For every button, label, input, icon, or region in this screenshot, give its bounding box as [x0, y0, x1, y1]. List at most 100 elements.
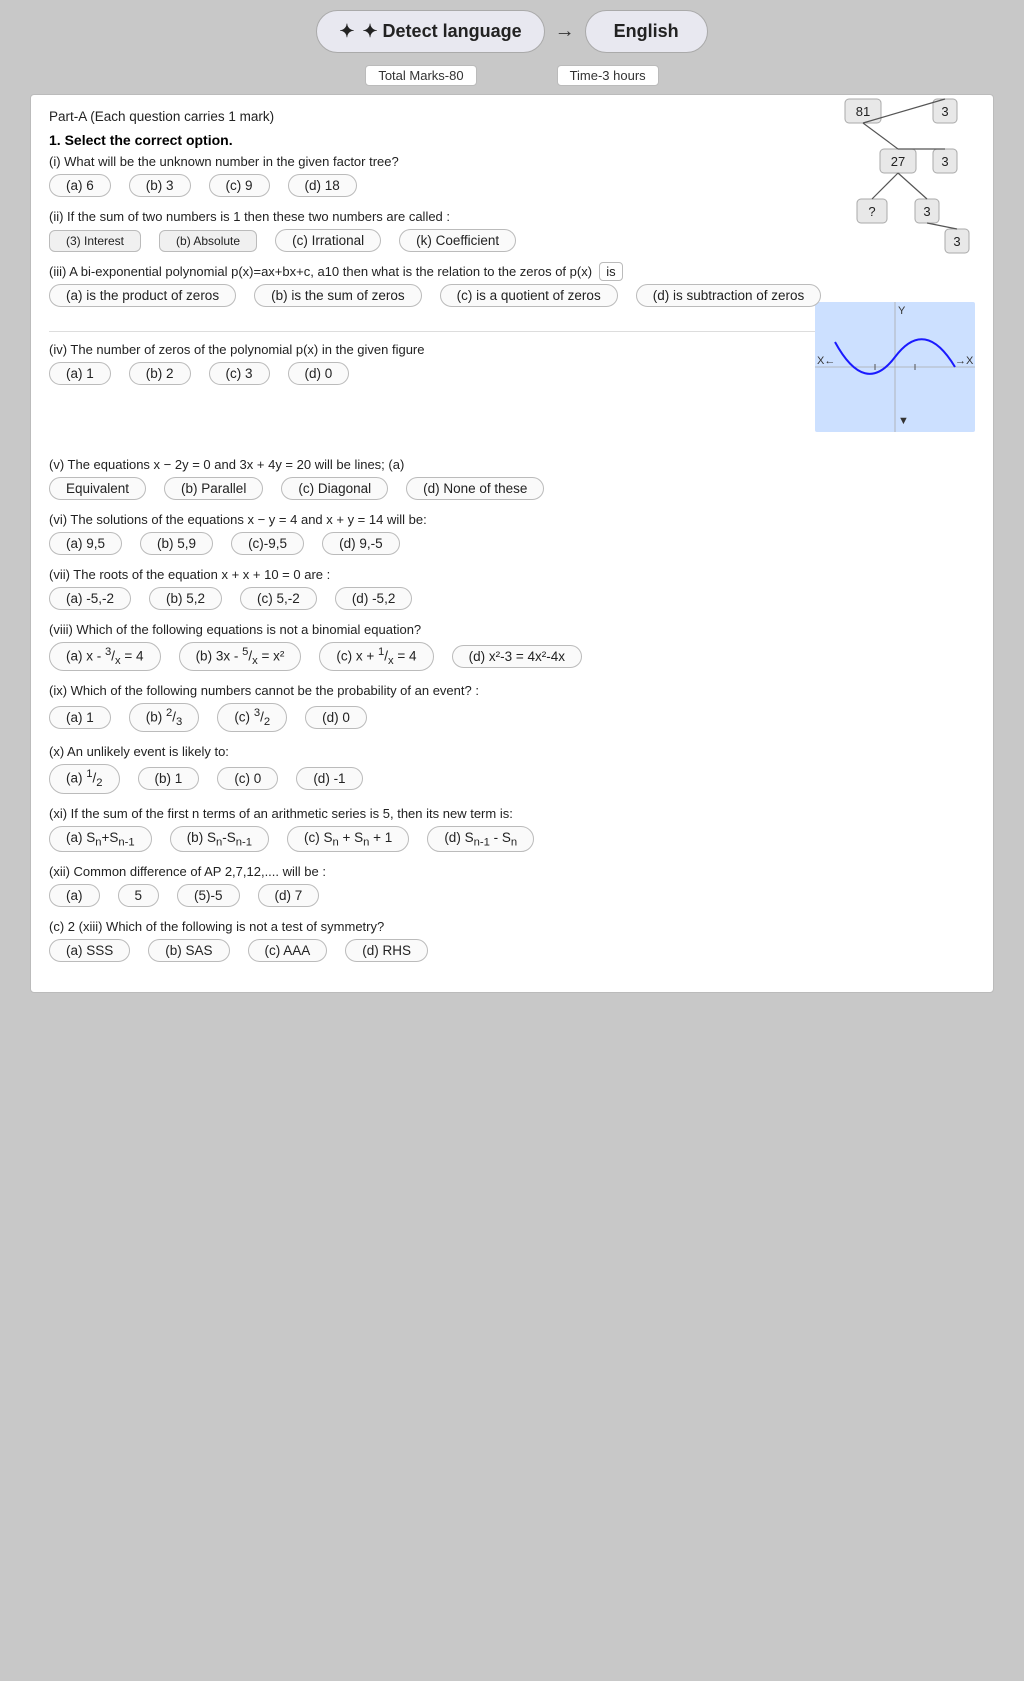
svg-text:X←: X←: [817, 355, 835, 367]
svg-text:3: 3: [941, 154, 948, 169]
q-iv-block: X← →X Y ▼ (iv) The number of zeros of th…: [49, 342, 975, 445]
option-c[interactable]: (c) is a quotient of zeros: [440, 284, 618, 307]
option-a[interactable]: (a) x - 3/x = 4: [49, 642, 161, 671]
option-b[interactable]: (b) 2: [129, 362, 191, 385]
option-b[interactable]: (b) SAS: [148, 939, 229, 962]
q-ii-options: (3) Interest (b) Absolute (c) Irrational…: [49, 229, 805, 252]
q-x-options: (a) 1/2 (b) 1 (c) 0 (d) -1: [49, 764, 975, 793]
q-v-options: Equivalent (b) Parallel (c) Diagonal (d)…: [49, 477, 975, 500]
q-xi-block: (xi) If the sum of the first n terms of …: [49, 806, 975, 853]
option-d[interactable]: (d) 0: [288, 362, 350, 385]
option-b[interactable]: (b) Parallel: [164, 477, 263, 500]
option-c[interactable]: (c) x + 1/x = 4: [319, 642, 433, 671]
option-c[interactable]: (5)-5: [177, 884, 240, 907]
option-c[interactable]: (c) 0: [217, 767, 278, 790]
option-a[interactable]: Equivalent: [49, 477, 146, 500]
option-d[interactable]: (d) x²-3 = 4x²-4x: [452, 645, 582, 668]
option-d[interactable]: (d) 7: [258, 884, 320, 907]
q-iii-text: (iii) A bi-exponential polynomial p(x)=a…: [49, 264, 975, 279]
svg-text:Y: Y: [898, 305, 906, 317]
option-b[interactable]: (b) 3: [129, 174, 191, 197]
q-vi-options: (a) 9,5 (b) 5,9 (c)-9,5 (d) 9,-5: [49, 532, 975, 555]
q-viii-text: (viii) Which of the following equations …: [49, 622, 975, 637]
meta-row: Total Marks-80 Time-3 hours: [0, 65, 1024, 86]
option-c[interactable]: (c) 9: [209, 174, 270, 197]
q-v-block: (v) The equations x − 2y = 0 and 3x + 4y…: [49, 457, 975, 500]
option-a[interactable]: (a) 6: [49, 174, 111, 197]
time: Time-3 hours: [557, 65, 659, 86]
option-c[interactable]: (c) Irrational: [275, 229, 381, 252]
option-c[interactable]: (c) Diagonal: [281, 477, 388, 500]
q-xiii-text: (c) 2 (xiii) Which of the following is n…: [49, 919, 975, 934]
option-b[interactable]: 5: [118, 884, 160, 907]
option-d[interactable]: (d) 0: [305, 706, 367, 729]
option-d[interactable]: (d) is subtraction of zeros: [636, 284, 822, 307]
q-vi-text: (vi) The solutions of the equations x − …: [49, 512, 975, 527]
option-b[interactable]: (b) 1: [138, 767, 200, 790]
q-x-block: (x) An unlikely event is likely to: (a) …: [49, 744, 975, 793]
main-card: Part-A (Each question carries 1 mark) 1.…: [30, 94, 994, 993]
q-ix-options: (a) 1 (b) 2/3 (c) 3/2 (d) 0: [49, 703, 975, 732]
arrow-icon: →: [555, 20, 575, 43]
option-a[interactable]: (a) -5,-2: [49, 587, 131, 610]
q-xiii-options: (a) SSS (b) SAS (c) AAA (d) RHS: [49, 939, 975, 962]
q-v-text: (v) The equations x − 2y = 0 and 3x + 4y…: [49, 457, 975, 472]
option-a[interactable]: (a) Sn+Sn-1: [49, 826, 152, 853]
factor-tree: 81 3 27 3 ? 3 3: [815, 94, 975, 257]
option-d[interactable]: (d) Sn-1 - Sn: [427, 826, 534, 853]
option-a[interactable]: (a) 1: [49, 362, 111, 385]
q-viii-block: (viii) Which of the following equations …: [49, 622, 975, 671]
svg-text:→X: →X: [955, 355, 974, 367]
option-d[interactable]: (d) 18: [288, 174, 357, 197]
option-a[interactable]: (3) Interest: [49, 230, 141, 252]
q-vii-options: (a) -5,-2 (b) 5,2 (c) 5,-2 (d) -5,2: [49, 587, 975, 610]
option-a[interactable]: (a): [49, 884, 100, 907]
option-d[interactable]: (d) None of these: [406, 477, 544, 500]
svg-text:27: 27: [891, 154, 905, 169]
detect-language-button[interactable]: ✦ ✦ Detect language: [316, 10, 544, 53]
option-d[interactable]: (d) RHS: [345, 939, 428, 962]
q-ix-block: (ix) Which of the following numbers cann…: [49, 683, 975, 732]
graph-container: X← →X Y ▼: [815, 302, 975, 435]
option-a[interactable]: (a) 1/2: [49, 764, 120, 793]
option-c[interactable]: (c) Sn + Sn + 1: [287, 826, 409, 853]
option-b[interactable]: (b) 5,9: [140, 532, 213, 555]
option-b[interactable]: (b) 3x - 5/x = x²: [179, 642, 302, 671]
option-c[interactable]: (c) AAA: [248, 939, 328, 962]
option-c[interactable]: (c) 3: [209, 362, 270, 385]
option-b[interactable]: (b) Sn-Sn-1: [170, 826, 269, 853]
option-b[interactable]: (b) Absolute: [159, 230, 257, 252]
option-a[interactable]: (a) 1: [49, 706, 111, 729]
option-d[interactable]: (d) 9,-5: [322, 532, 400, 555]
detect-label: ✦ Detect language: [362, 21, 521, 42]
q-ix-text: (ix) Which of the following numbers cann…: [49, 683, 975, 698]
option-d[interactable]: (d) -5,2: [335, 587, 413, 610]
option-a[interactable]: (a) 9,5: [49, 532, 122, 555]
q-xiii-block: (c) 2 (xiii) Which of the following is n…: [49, 919, 975, 962]
q-vi-block: (vi) The solutions of the equations x − …: [49, 512, 975, 555]
option-c[interactable]: (c) 3/2: [217, 703, 287, 732]
svg-text:3: 3: [941, 104, 948, 119]
q-vii-text: (vii) The roots of the equation x + x + …: [49, 567, 975, 582]
option-c[interactable]: (c) 5,-2: [240, 587, 317, 610]
option-b[interactable]: (b) is the sum of zeros: [254, 284, 422, 307]
svg-text:3: 3: [953, 234, 960, 249]
option-a[interactable]: (a) SSS: [49, 939, 130, 962]
option-d[interactable]: (d) -1: [296, 767, 362, 790]
option-b[interactable]: (b) 5,2: [149, 587, 222, 610]
svg-text:3: 3: [923, 204, 930, 219]
svg-text:81: 81: [856, 104, 870, 119]
option-b[interactable]: (b) 2/3: [129, 703, 200, 732]
total-marks: Total Marks-80: [365, 65, 476, 86]
english-button[interactable]: English: [585, 10, 708, 53]
option-k[interactable]: (k) Coefficient: [399, 229, 516, 252]
option-a[interactable]: (a) is the product of zeros: [49, 284, 236, 307]
sparkle-icon: ✦: [339, 21, 354, 42]
q-xii-options: (a) 5 (5)-5 (d) 7: [49, 884, 975, 907]
svg-text:▼: ▼: [898, 415, 909, 427]
q-iii-block: (iii) A bi-exponential polynomial p(x)=a…: [49, 264, 975, 307]
q-i-options: (a) 6 (b) 3 (c) 9 (d) 18: [49, 174, 805, 197]
svg-text:?: ?: [868, 204, 875, 219]
option-c[interactable]: (c)-9,5: [231, 532, 304, 555]
q-vii-block: (vii) The roots of the equation x + x + …: [49, 567, 975, 610]
